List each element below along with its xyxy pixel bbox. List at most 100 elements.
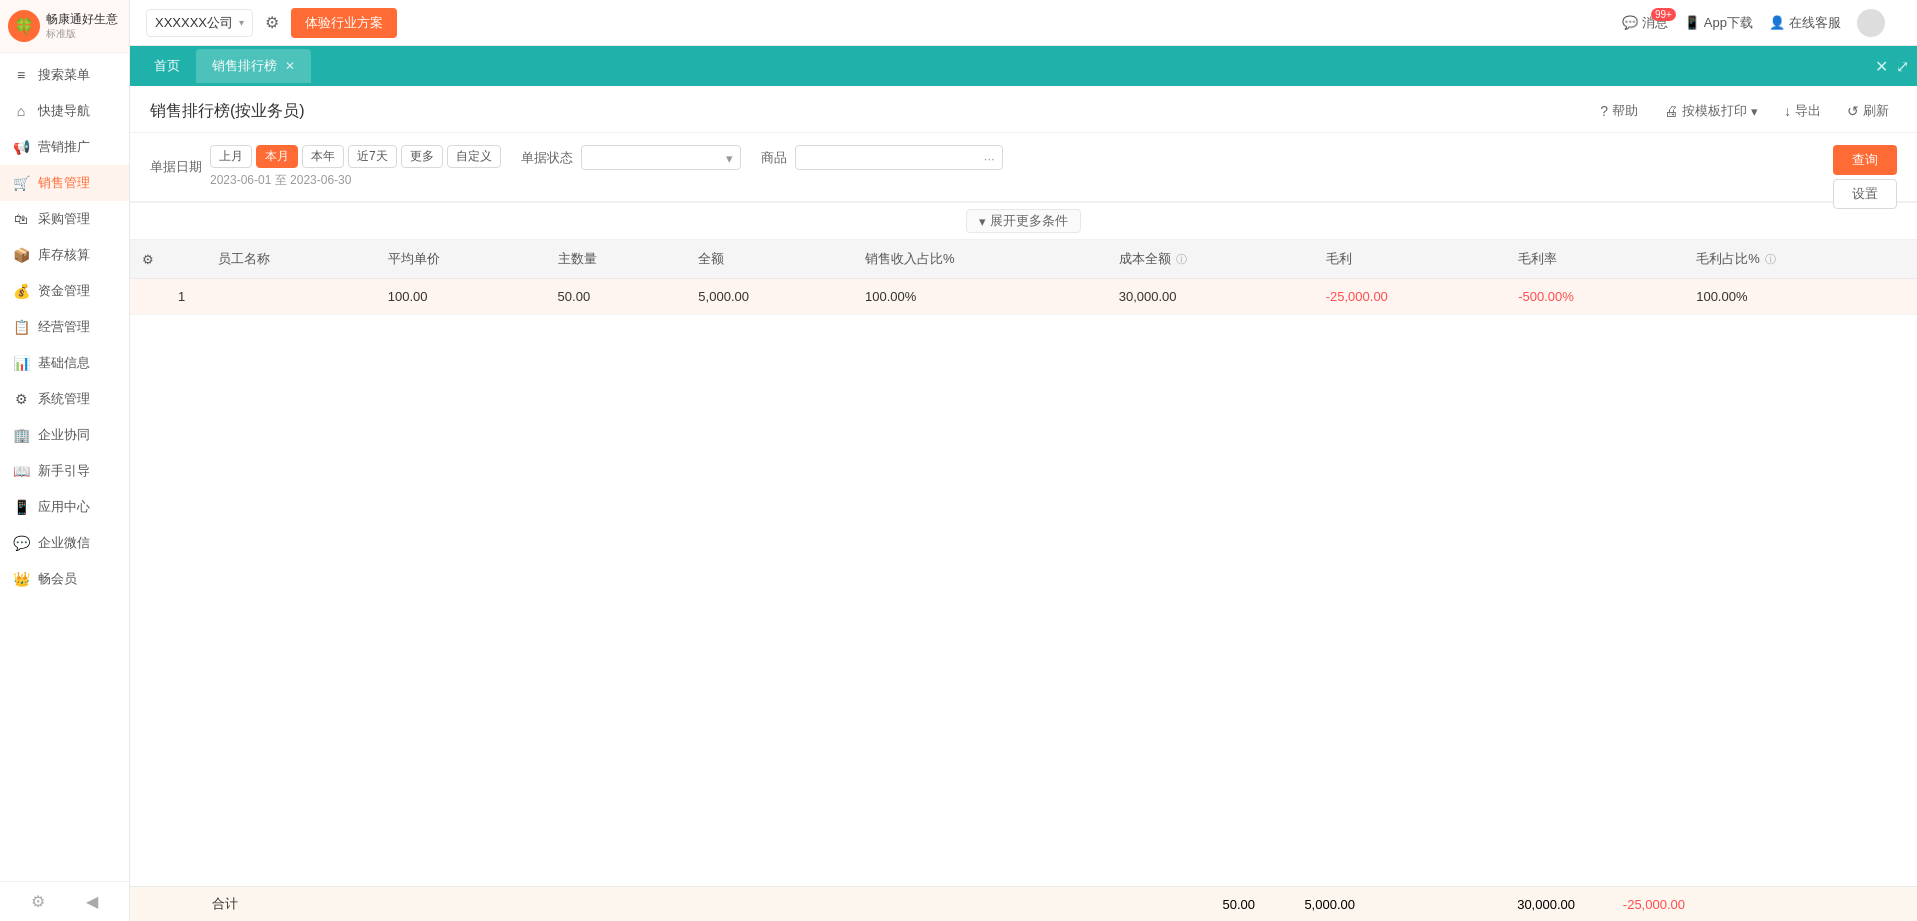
sidebar-item-sales-mgmt[interactable]: 🛒 销售管理 <box>0 165 129 201</box>
sidebar-item-operations[interactable]: 📋 经营管理 <box>0 309 129 345</box>
sidebar-item-label: 搜索菜单 <box>38 66 90 84</box>
inventory-icon: 📦 <box>12 246 30 264</box>
sidebar-item-inventory[interactable]: 📦 库存核算 <box>0 237 129 273</box>
member-icon: 👑 <box>12 570 30 588</box>
sidebar-item-basic-info[interactable]: 📊 基础信息 <box>0 345 129 381</box>
sidebar-item-enterprise-wx[interactable]: 💬 企业微信 <box>0 525 129 561</box>
sidebar-item-member[interactable]: 👑 畅会员 <box>0 561 129 597</box>
sidebar-bottom: ⚙ ◀ <box>0 881 129 921</box>
tab-bar: 首页 销售排行榜 ✕ ✕ ⤢ <box>130 46 1917 86</box>
purchase-mgmt-icon: 🛍 <box>12 210 30 228</box>
gross-pct-info-icon[interactable]: ⓘ <box>1765 253 1776 265</box>
online-service-label: 在线客服 <box>1789 14 1841 32</box>
th-settings[interactable]: ⚙ <box>130 240 166 279</box>
td-sales-pct: 100.00% <box>853 279 1107 315</box>
sidebar-item-label: 企业微信 <box>38 534 90 552</box>
sidebar-item-enterprise-collab[interactable]: 🏢 企业协同 <box>0 417 129 453</box>
sidebar-item-sys-mgmt[interactable]: ⚙ 系统管理 <box>0 381 129 417</box>
th-sales-pct: 销售收入占比% <box>853 240 1107 279</box>
message-badge: 99+ <box>1651 8 1676 21</box>
settings-bottom-icon[interactable]: ⚙ <box>31 892 45 911</box>
date-btn-last-month[interactable]: 上月 <box>210 145 252 168</box>
sidebar-item-label: 快捷导航 <box>38 102 90 120</box>
date-filter-label: 单据日期 <box>150 158 202 176</box>
td-gross: -25,000.00 <box>1314 279 1507 315</box>
gear-icon[interactable]: ⚙ <box>265 13 279 32</box>
chevron-down-icon: ▾ <box>239 17 244 28</box>
service-icon: 👤 <box>1769 15 1785 30</box>
sidebar-item-new-guide[interactable]: 📖 新手引导 <box>0 453 129 489</box>
finance-icon: 💰 <box>12 282 30 300</box>
app-download-label: App下载 <box>1704 14 1753 32</box>
table-row: 1 100.00 50.00 5,000.00 100.00% 30,000.0… <box>130 279 1917 315</box>
app-edition: 标准版 <box>46 27 118 41</box>
footer-cost-total: 30,000.00 <box>1465 897 1575 912</box>
collapse-sidebar-icon[interactable]: ◀ <box>86 892 98 911</box>
sidebar-logo: 🍀 畅康通好生意 标准版 <box>0 0 129 53</box>
footer-total-row: 合计 50.00 5,000.00 30,000.00 -25,000.00 <box>130 886 1917 921</box>
sys-mgmt-icon: ⚙ <box>12 390 30 408</box>
date-btn-7days[interactable]: 近7天 <box>348 145 397 168</box>
close-all-icon[interactable]: ✕ <box>1875 57 1888 76</box>
avatar[interactable] <box>1857 9 1885 37</box>
sidebar-item-purchase-mgmt[interactable]: 🛍 采购管理 <box>0 201 129 237</box>
trial-button[interactable]: 体验行业方案 <box>291 8 397 38</box>
th-employee: 员工名称 <box>206 240 376 279</box>
table-area: ⚙ 员工名称 平均单价 主数量 全额 销售收入占比% 成本全额 ⓘ 毛利 毛利率 <box>130 240 1917 315</box>
sidebar-item-label: 应用中心 <box>38 498 90 516</box>
enterprise-collab-icon: 🏢 <box>12 426 30 444</box>
tab-home[interactable]: 首页 <box>138 49 196 83</box>
goods-input[interactable] <box>795 145 1003 170</box>
sidebar-item-label: 企业协同 <box>38 426 90 444</box>
sidebar-item-quick-nav[interactable]: ⌂ 快捷导航 <box>0 93 129 129</box>
status-select-wrapper <box>581 145 741 170</box>
print-button[interactable]: 🖨 按模板打印 ▾ <box>1656 98 1766 124</box>
app-download-group[interactable]: 📱 App下载 <box>1684 14 1753 32</box>
query-button[interactable]: 查询 <box>1833 145 1897 175</box>
print-icon: 🖨 <box>1664 103 1678 119</box>
tab-close-icon[interactable]: ✕ <box>285 59 295 73</box>
company-selector[interactable]: XXXXXX公司 ▾ <box>146 9 253 37</box>
page-title: 销售排行榜(按业务员) <box>150 101 305 122</box>
tab-sales-rank[interactable]: 销售排行榜 ✕ <box>196 49 311 83</box>
footer-total-label: 合计 <box>212 895 1095 913</box>
app-center-icon: 📱 <box>12 498 30 516</box>
td-rank: 1 <box>166 279 206 315</box>
export-button[interactable]: ↓ 导出 <box>1776 98 1829 124</box>
date-btn-more[interactable]: 更多 <box>401 145 443 168</box>
date-buttons: 上月 本月 本年 近7天 更多 自定义 <box>210 145 501 168</box>
cost-total-info-icon[interactable]: ⓘ <box>1176 253 1187 265</box>
expand-icon[interactable]: ⤢ <box>1896 57 1909 76</box>
sidebar-item-search-order[interactable]: ≡ 搜索菜单 <box>0 57 129 93</box>
settings-button[interactable]: 设置 <box>1833 179 1897 209</box>
sidebar-item-label: 销售管理 <box>38 174 90 192</box>
top-header: XXXXXX公司 ▾ ⚙ 体验行业方案 💬 消息 99+ 📱 App下载 👤 在… <box>130 0 1917 46</box>
date-btn-this-year[interactable]: 本年 <box>302 145 344 168</box>
sidebar-item-marketing[interactable]: 📢 营销推广 <box>0 129 129 165</box>
operations-icon: 📋 <box>12 318 30 336</box>
chevron-down-expand-icon: ▾ <box>979 214 986 229</box>
expand-conditions-button[interactable]: ▾ 展开更多条件 <box>966 209 1081 233</box>
th-main-qty: 主数量 <box>546 240 687 279</box>
refresh-button[interactable]: ↺ 刷新 <box>1839 98 1897 124</box>
sidebar-item-finance[interactable]: 💰 资金管理 <box>0 273 129 309</box>
sidebar-item-app-center[interactable]: 📱 应用中心 <box>0 489 129 525</box>
marketing-icon: 📢 <box>12 138 30 156</box>
search-order-icon: ≡ <box>12 66 30 84</box>
th-rank <box>166 240 206 279</box>
help-button[interactable]: ? 帮助 <box>1592 98 1646 124</box>
online-service-group[interactable]: 👤 在线客服 <box>1769 14 1841 32</box>
sidebar-nav: ≡ 搜索菜单 ⌂ 快捷导航 📢 营销推广 🛒 销售管理 🛍 采购管理 📦 库存核… <box>0 53 129 881</box>
filter-bar: 单据日期 上月 本月 本年 近7天 更多 自定义 2023-06-01 至 20… <box>130 133 1917 202</box>
enterprise-wx-icon: 💬 <box>12 534 30 552</box>
export-icon: ↓ <box>1784 103 1791 119</box>
message-group[interactable]: 💬 消息 99+ <box>1622 14 1668 32</box>
status-select[interactable] <box>581 145 741 170</box>
th-gross-pct: 毛利占比% ⓘ <box>1684 240 1917 279</box>
date-btn-custom[interactable]: 自定义 <box>447 145 501 168</box>
goods-filter-group: 商品 <box>761 145 1003 170</box>
print-label: 按模板打印 <box>1682 102 1747 120</box>
sidebar-item-label: 库存核算 <box>38 246 90 264</box>
date-btn-this-month[interactable]: 本月 <box>256 145 298 168</box>
tab-sales-rank-label: 销售排行榜 <box>212 57 277 75</box>
